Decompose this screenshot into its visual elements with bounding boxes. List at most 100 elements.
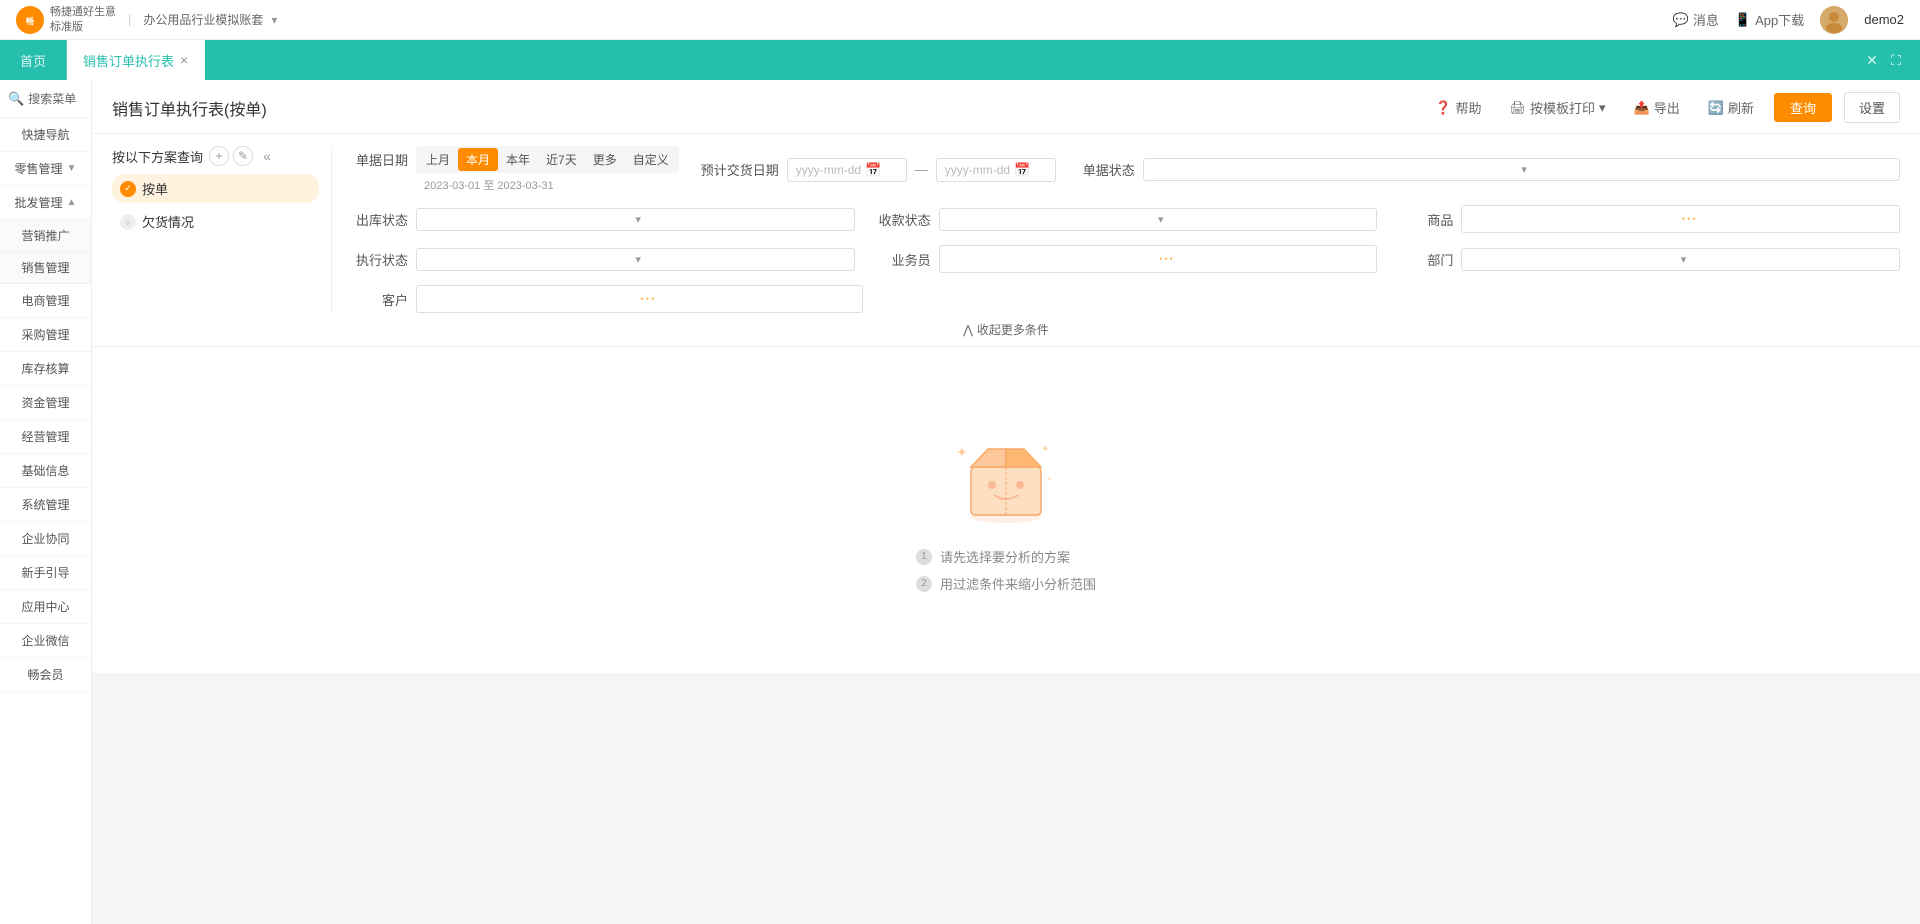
sidebar-item-purchase[interactable]: 采购管理 bbox=[0, 318, 91, 352]
cal-icon-start: 📅 bbox=[865, 162, 881, 178]
sidebar-item-operation[interactable]: 经营管理 bbox=[0, 420, 91, 454]
sidebar-item-corp-wechat[interactable]: 企业微信 bbox=[0, 624, 91, 658]
filter-right: 单据日期 上月 本月 本年 近7天 更多 自定义 bbox=[332, 146, 1900, 313]
retail-arrow: ▼ bbox=[67, 163, 77, 174]
date-tab-more[interactable]: 更多 bbox=[585, 148, 625, 171]
breadcrumb-sep: | bbox=[128, 12, 131, 27]
filter-doc-status-field: 单据状态 ▾ bbox=[1079, 146, 1900, 193]
filter-panel-inner: 按以下方案查询 + ✎ « ✓ 按单 ○ 欠货情况 bbox=[112, 146, 1900, 313]
scheme-item-1[interactable]: ○ 欠货情况 bbox=[112, 207, 319, 236]
sidebar-item-corp[interactable]: 企业协同 bbox=[0, 522, 91, 556]
date-tab-last-month[interactable]: 上月 bbox=[418, 148, 458, 171]
print-icon: 🖨 bbox=[1510, 100, 1527, 116]
date-tab-this-month[interactable]: 本月 bbox=[458, 148, 498, 171]
tab-sales-exec[interactable]: 销售订单执行表 × bbox=[67, 40, 205, 80]
sidebar-item-inventory[interactable]: 库存核算 bbox=[0, 352, 91, 386]
date-tabs: 上月 本月 本年 近7天 更多 自定义 bbox=[416, 146, 679, 173]
app-download-btn[interactable]: 📱 App下载 bbox=[1735, 10, 1804, 29]
sidebar-search[interactable]: 🔍 搜索菜单 bbox=[0, 80, 91, 118]
expected-date-label: 预计交货日期 bbox=[699, 160, 779, 179]
filter-row-4: 客户 ··· bbox=[352, 285, 1900, 313]
help-btn[interactable]: ❓ 帮助 bbox=[1427, 94, 1489, 121]
print-arrow: ▾ bbox=[1599, 100, 1606, 116]
scheme-item-0[interactable]: ✓ 按单 bbox=[112, 174, 319, 203]
sidebar-item-sales-mgmt[interactable]: 销售管理 bbox=[0, 252, 91, 284]
date-tab-custom[interactable]: 自定义 bbox=[625, 148, 677, 171]
avatar[interactable] bbox=[1820, 6, 1848, 34]
sidebar-wholesale-header[interactable]: 批发管理 ▲ bbox=[0, 186, 91, 220]
salesman-input[interactable]: ··· bbox=[939, 245, 1378, 273]
main-layout: 🔍 搜索菜单 快捷导航 零售管理 ▼ 批发管理 ▲ 营销推广 销售管理 电商管理… bbox=[0, 80, 1920, 924]
sidebar-item-basic-info[interactable]: 基础信息 bbox=[0, 454, 91, 488]
out-status-select[interactable]: ▾ bbox=[416, 208, 855, 231]
cal-icon-end: 📅 bbox=[1014, 162, 1030, 178]
collect-status-label: 收款状态 bbox=[875, 210, 931, 229]
sidebar-group-retail: 零售管理 ▼ bbox=[0, 152, 91, 186]
doc-status-select[interactable]: ▾ bbox=[1143, 158, 1900, 181]
filter-collect-status-field: 收款状态 ▾ bbox=[875, 205, 1378, 233]
svg-text:✦: ✦ bbox=[956, 444, 968, 460]
logo-area: 畅 畅捷通好生意 标准版 bbox=[16, 5, 116, 34]
sidebar-item-appstore[interactable]: 应用中心 bbox=[0, 590, 91, 624]
template-print-btn[interactable]: 🖨 按模板打印 ▾ bbox=[1502, 94, 1614, 121]
empty-illustration: ✦ ✦ ✦ bbox=[946, 427, 1066, 527]
username[interactable]: demo2 bbox=[1864, 12, 1904, 27]
customer-label: 客户 bbox=[352, 290, 408, 309]
filter-dept-field: 部门 ▾ bbox=[1397, 245, 1900, 273]
window-maximize-btn[interactable]: ⛶ bbox=[1888, 52, 1904, 68]
sidebar-item-marketing[interactable]: 营销推广 bbox=[0, 220, 91, 252]
sidebar-item-finance[interactable]: 资金管理 bbox=[0, 386, 91, 420]
tab-home[interactable]: 首页 bbox=[0, 40, 67, 80]
scheme-dot-1: ○ bbox=[120, 214, 136, 230]
salesman-dots[interactable]: ··· bbox=[1158, 250, 1368, 268]
exec-status-select[interactable]: ▾ bbox=[416, 248, 855, 271]
date-tab-7days[interactable]: 近7天 bbox=[538, 148, 585, 171]
expected-date-end[interactable]: yyyy-mm-dd 📅 bbox=[936, 158, 1056, 182]
goods-input[interactable]: ··· bbox=[1461, 205, 1900, 233]
settings-btn[interactable]: 设置 bbox=[1844, 92, 1900, 123]
collapse-more-btn[interactable]: ⋀ 收起更多条件 bbox=[112, 313, 1900, 346]
page-actions: ❓ 帮助 🖨 按模板打印 ▾ 📤 导出 🔄 刷新 查询 设置 bbox=[1427, 92, 1900, 123]
filter-salesman-field: 业务员 ··· bbox=[875, 245, 1378, 273]
salesman-label: 业务员 bbox=[875, 250, 931, 269]
page-header: 销售订单执行表(按单) ❓ 帮助 🖨 按模板打印 ▾ 📤 导出 🔄 刷新 bbox=[92, 80, 1920, 134]
message-btn[interactable]: 💬 消息 bbox=[1673, 10, 1719, 29]
refresh-btn[interactable]: 🔄 刷新 bbox=[1700, 94, 1762, 121]
empty-num-2: 2 bbox=[916, 576, 932, 592]
dept-arrow: ▾ bbox=[1681, 253, 1891, 266]
collapse-icon: ⋀ bbox=[963, 323, 973, 337]
sidebar-retail-header[interactable]: 零售管理 ▼ bbox=[0, 152, 91, 186]
search-icon: 🔍 bbox=[8, 91, 24, 107]
filter-row-1: 单据日期 上月 本月 本年 近7天 更多 自定义 bbox=[352, 146, 1900, 193]
tab-label: 销售订单执行表 bbox=[83, 51, 174, 70]
tab-close-icon[interactable]: × bbox=[180, 53, 188, 67]
svg-text:✦: ✦ bbox=[1046, 475, 1053, 484]
customer-input[interactable]: ··· bbox=[416, 285, 863, 313]
customer-dots[interactable]: ··· bbox=[639, 290, 853, 308]
header-left: 畅 畅捷通好生意 标准版 | 办公用品行业模拟账套 ▾ bbox=[16, 5, 277, 34]
dept-select[interactable]: ▾ bbox=[1461, 248, 1900, 271]
goods-dots[interactable]: ··· bbox=[1681, 210, 1891, 228]
dept-label: 部门 bbox=[1397, 250, 1453, 269]
sidebar-item-newbie[interactable]: 新手引导 bbox=[0, 556, 91, 590]
export-btn[interactable]: 📤 导出 bbox=[1626, 94, 1688, 121]
expected-date-start[interactable]: yyyy-mm-dd 📅 bbox=[787, 158, 907, 182]
sidebar-item-quicknav[interactable]: 快捷导航 bbox=[0, 118, 91, 152]
window-controls: ✕ ⛶ bbox=[1864, 52, 1920, 68]
logo-icon: 畅 bbox=[16, 6, 44, 34]
date-tab-this-year[interactable]: 本年 bbox=[498, 148, 538, 171]
goods-label: 商品 bbox=[1397, 210, 1453, 229]
add-scheme-btn[interactable]: + bbox=[209, 146, 229, 166]
out-status-arrow: ▾ bbox=[635, 213, 845, 226]
collapse-scheme-btn[interactable]: « bbox=[257, 146, 277, 166]
sidebar-item-system[interactable]: 系统管理 bbox=[0, 488, 91, 522]
sidebar-item-ecommerce[interactable]: 电商管理 bbox=[0, 284, 91, 318]
edit-scheme-btn[interactable]: ✎ bbox=[233, 146, 253, 166]
query-btn[interactable]: 查询 bbox=[1774, 93, 1832, 122]
window-close-btn[interactable]: ✕ bbox=[1864, 52, 1880, 68]
collect-status-arrow: ▾ bbox=[1158, 213, 1368, 226]
breadcrumb-dropdown[interactable]: ▾ bbox=[271, 13, 277, 27]
tab-bar: 首页 销售订单执行表 × ✕ ⛶ bbox=[0, 40, 1920, 80]
collect-status-select[interactable]: ▾ bbox=[939, 208, 1378, 231]
sidebar-item-member[interactable]: 畅会员 bbox=[0, 658, 91, 692]
